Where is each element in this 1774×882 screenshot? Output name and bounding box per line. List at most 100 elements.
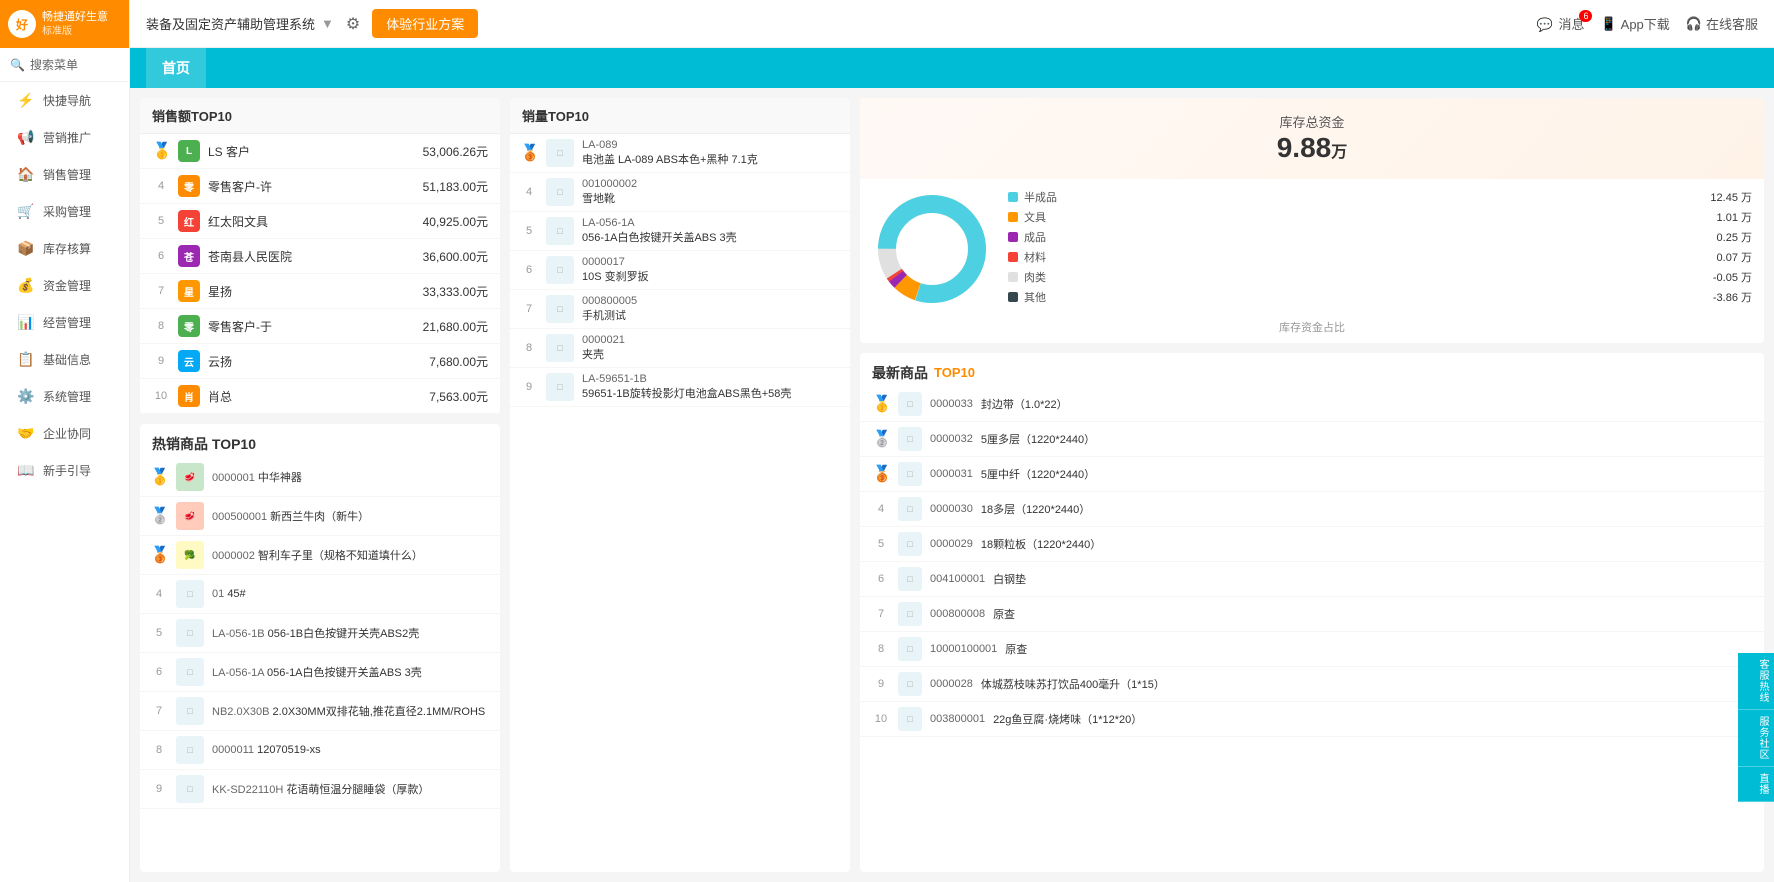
sidebar-item-purchase[interactable]: 🛒 采购管理 bbox=[0, 193, 129, 230]
customer-panel-header: 销售额TOP10 bbox=[140, 98, 500, 134]
medal-icon: 🥇 bbox=[152, 141, 170, 161]
product-image: □ bbox=[546, 217, 574, 245]
online-service[interactable]: 🎧 在线客服 bbox=[1686, 14, 1758, 33]
avatar: 零 bbox=[178, 175, 200, 197]
sidebar-item-marketing[interactable]: 📢 营销推广 bbox=[0, 119, 129, 156]
product-image: □ bbox=[176, 775, 204, 803]
settings-icon[interactable]: ⚙ bbox=[346, 14, 360, 34]
product-image: □ bbox=[546, 295, 574, 323]
avatar: 云 bbox=[178, 350, 200, 372]
list-item: 🥇 🥩 0000001 中华神器 bbox=[140, 458, 500, 497]
product-image: □ bbox=[898, 672, 922, 696]
hot-products-panel: 热销商品 TOP10 🥇 🥩 0000001 中华神器 🥈 bbox=[140, 424, 500, 872]
sales-icon: 🏠 bbox=[17, 166, 35, 183]
marketing-icon: 📢 bbox=[17, 129, 35, 146]
badge-count: 6 bbox=[1579, 10, 1592, 22]
purchase-icon: 🛒 bbox=[17, 203, 35, 220]
avatar: 红 bbox=[178, 210, 200, 232]
list-item: 5 □ 0000029 18颗粒板（1220*2440） bbox=[860, 527, 1764, 562]
customer-list: 🥇 L LS 客户 53,006.26元 4 零 零售客户-许 51,183.0… bbox=[140, 134, 500, 414]
search-menu[interactable]: 🔍 搜索菜单 bbox=[0, 48, 129, 82]
guide-icon: 📖 bbox=[17, 462, 35, 479]
header-right: 💬 6 消息 📱 App下载 🎧 在线客服 bbox=[1537, 14, 1758, 33]
list-item: 9 □ 0000028 体城荔枝味苏打饮品400毫升（1*15） bbox=[860, 667, 1764, 702]
product-image: □ bbox=[176, 580, 204, 608]
sidebar-item-sales[interactable]: 🏠 销售管理 bbox=[0, 156, 129, 193]
sidebar-item-quicknav[interactable]: ⚡ 快捷导航 bbox=[0, 82, 129, 119]
customer-top10-panel: 销售额TOP10 🥇 L LS 客户 53,006.26元 4 零 bbox=[140, 98, 500, 414]
dropdown-arrow-icon[interactable]: ▼ bbox=[321, 16, 334, 31]
avatar: 零 bbox=[178, 315, 200, 337]
content-area: 销售额TOP10 🥇 L LS 客户 53,006.26元 4 零 bbox=[130, 88, 1774, 882]
list-item: 🥉 🥦 0000002 智利车子里（规格不知道填什么） bbox=[140, 536, 500, 575]
inventory-panel: 库存总资金 9.88万 bbox=[860, 98, 1764, 343]
product-image: 🥩 bbox=[176, 463, 204, 491]
sidebar-item-finance[interactable]: 💰 资金管理 bbox=[0, 267, 129, 304]
legend-item: 文具 1.01 万 bbox=[1008, 209, 1752, 225]
new-products-panel: 最新商品 TOP10 🥇 □ 0000033 封边带（1.0*22） 🥈 □ bbox=[860, 353, 1764, 872]
float-btn-live[interactable]: 直播 bbox=[1738, 767, 1774, 802]
sidebar-item-guide[interactable]: 📖 新手引导 bbox=[0, 452, 129, 489]
avatar: 肖 bbox=[178, 385, 200, 407]
list-item: 🥈 □ 0000032 5厘多层（1220*2440） bbox=[860, 422, 1764, 457]
message-badge[interactable]: 💬 6 消息 bbox=[1537, 14, 1585, 33]
legend-item: 肉类 -0.05 万 bbox=[1008, 269, 1752, 285]
product-image: □ bbox=[898, 497, 922, 521]
list-item: 4 □ 01 45# bbox=[140, 575, 500, 614]
list-item: 6 □ 004100001 白钢垫 bbox=[860, 562, 1764, 597]
avatar: 苍 bbox=[178, 245, 200, 267]
logo-area: 好 畅捷通好生意 标准版 bbox=[0, 0, 129, 48]
product-image: 🥦 bbox=[176, 541, 204, 569]
sidebar: 好 畅捷通好生意 标准版 🔍 搜索菜单 ⚡ 快捷导航 📢 营销推广 🏠 销售管理… bbox=[0, 0, 130, 882]
sidebar-item-operations[interactable]: 📊 经营管理 bbox=[0, 304, 129, 341]
sales-list: 🥉 □ LA-089 电池盖 LA-089 ABS本色+黑种 7.1克 4 □ bbox=[510, 134, 850, 872]
app-download[interactable]: 📱 App下载 bbox=[1600, 14, 1669, 33]
nav-bar: 首页 bbox=[130, 48, 1774, 88]
inventory-ratio-label: 库存资金占比 bbox=[860, 319, 1764, 343]
list-item: 8 □ 10000100001 原查 bbox=[860, 632, 1764, 667]
sales-panel-header: 销量TOP10 bbox=[510, 98, 850, 134]
product-image: □ bbox=[546, 139, 574, 167]
list-item: 9 □ KK-SD22110H 花语萌恒温分腿睡袋（厚款） bbox=[140, 770, 500, 809]
legend-item: 成品 0.25 万 bbox=[1008, 229, 1752, 245]
list-item: 8 □ 0000011 12070519-xs bbox=[140, 731, 500, 770]
product-image: □ bbox=[898, 392, 922, 416]
legend-item: 半成品 12.45 万 bbox=[1008, 189, 1752, 205]
avatar: L bbox=[178, 140, 200, 162]
product-image: □ bbox=[546, 256, 574, 284]
logo-icon: 好 bbox=[8, 10, 36, 38]
product-image: 🥩 bbox=[176, 502, 204, 530]
quicknav-icon: ⚡ bbox=[17, 92, 35, 109]
logo-text: 畅捷通好生意 标准版 bbox=[42, 10, 108, 37]
list-item: 5 □ LA-056-1A 056-1A白色按键开关盖ABS 3壳 bbox=[510, 212, 850, 251]
list-item: 7 星 星扬 33,333.00元 bbox=[140, 274, 500, 309]
list-item: 6 苍 苍南县人民医院 36,600.00元 bbox=[140, 239, 500, 274]
inventory-total: 库存总资金 9.88万 bbox=[860, 98, 1764, 179]
sidebar-item-corp[interactable]: 🤝 企业协同 bbox=[0, 415, 129, 452]
basicinfo-icon: 📋 bbox=[17, 351, 35, 368]
headset-icon: 🎧 bbox=[1686, 16, 1702, 32]
float-btn-community[interactable]: 服务社区 bbox=[1738, 710, 1774, 767]
list-item: 9 □ LA-59651-1B 59651-1B旋转投影灯电池盒ABS黑色+58… bbox=[510, 368, 850, 407]
list-item: 7 □ 000800008 原查 bbox=[860, 597, 1764, 632]
legend-item: 材料 0.07 万 bbox=[1008, 249, 1752, 265]
float-btn-service[interactable]: 客服热线 bbox=[1738, 653, 1774, 710]
avatar: 星 bbox=[178, 280, 200, 302]
list-item: 8 零 零售客户-于 21,680.00元 bbox=[140, 309, 500, 344]
sidebar-item-inventory[interactable]: 📦 库存核算 bbox=[0, 230, 129, 267]
tab-home[interactable]: 首页 bbox=[146, 48, 206, 88]
hot-products-list: 🥇 🥩 0000001 中华神器 🥈 🥩 000500001 bbox=[140, 458, 500, 872]
sidebar-item-system[interactable]: ⚙️ 系统管理 bbox=[0, 378, 129, 415]
product-image: □ bbox=[176, 697, 204, 725]
list-item: 4 □ 0000030 18多层（1220*2440） bbox=[860, 492, 1764, 527]
list-item: 10 肖 肖总 7,563.00元 bbox=[140, 379, 500, 414]
product-image: □ bbox=[898, 707, 922, 731]
list-item: 5 红 红太阳文具 40,925.00元 bbox=[140, 204, 500, 239]
search-icon: 🔍 bbox=[10, 58, 25, 72]
operations-icon: 📊 bbox=[17, 314, 35, 331]
sidebar-item-basicinfo[interactable]: 📋 基础信息 bbox=[0, 341, 129, 378]
float-buttons: 客服热线 服务社区 直播 bbox=[1738, 653, 1774, 802]
list-item: 7 □ 000800005 手机测试 bbox=[510, 290, 850, 329]
product-image: □ bbox=[176, 736, 204, 764]
trial-button[interactable]: 体验行业方案 bbox=[372, 9, 478, 38]
